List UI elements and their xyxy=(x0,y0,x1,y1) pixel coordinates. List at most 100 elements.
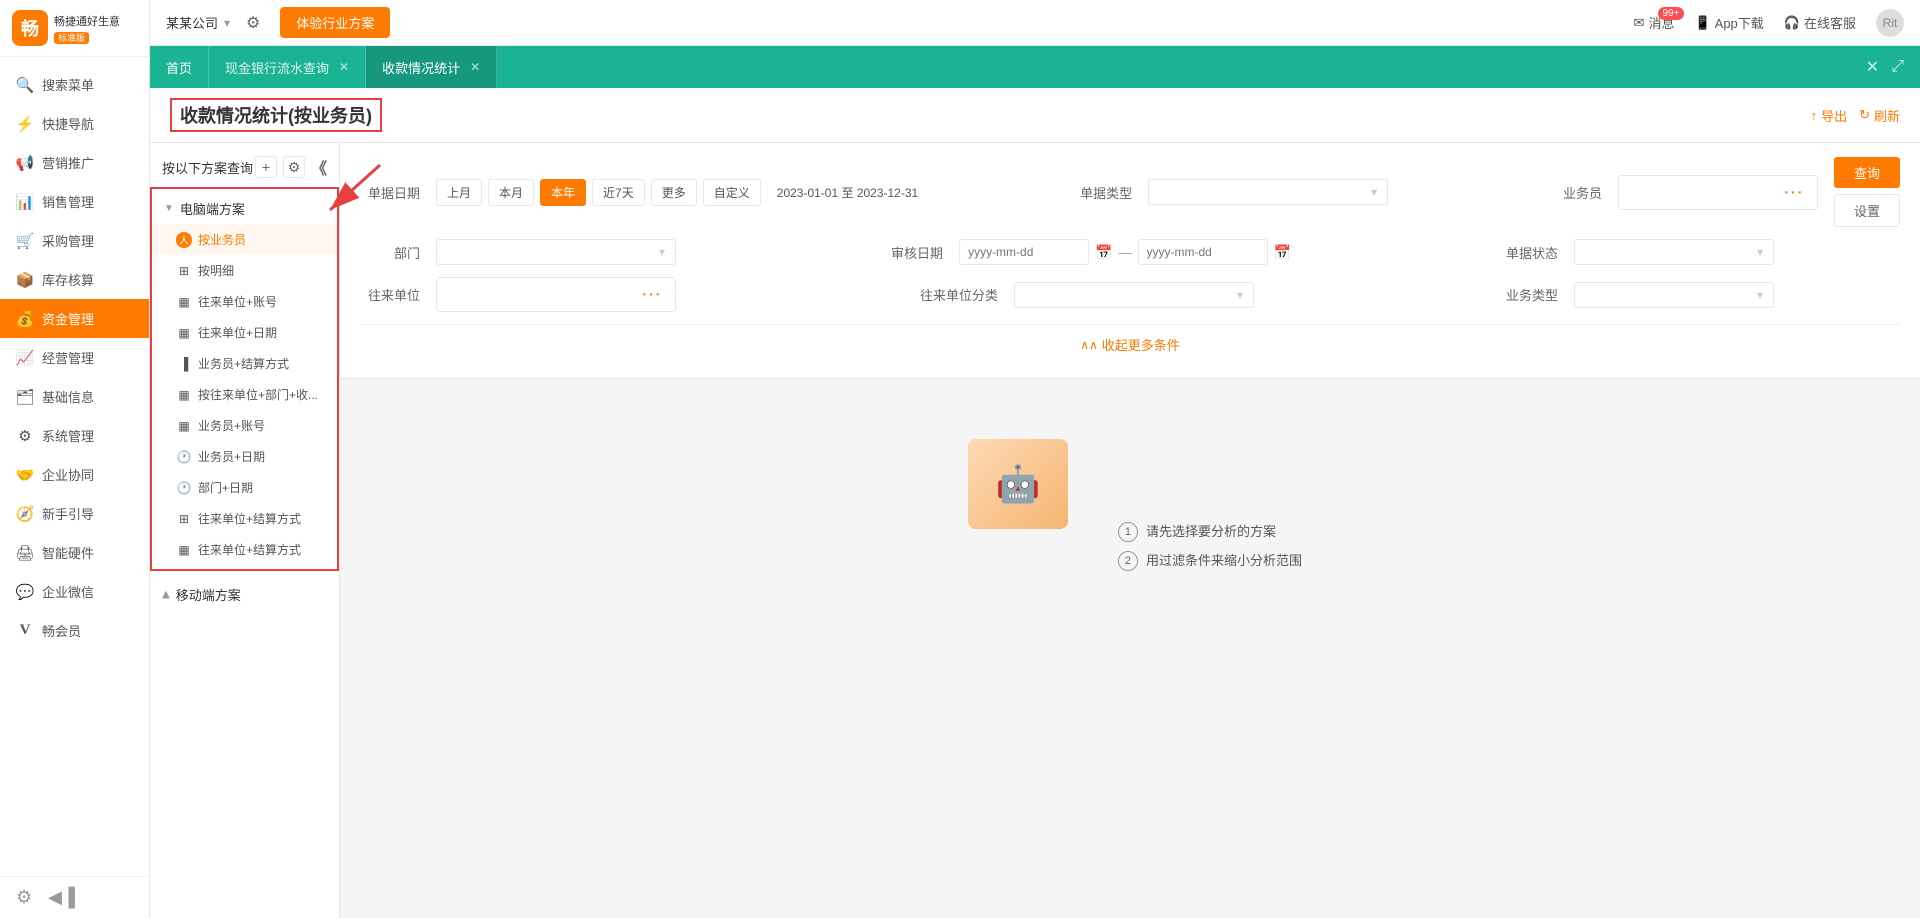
date-btn-this-year[interactable]: 本年 xyxy=(540,179,586,206)
sidebar-item-label: 采购管理 xyxy=(42,231,94,250)
unit-category-select[interactable]: ▾ xyxy=(1014,282,1254,308)
biz-type-select[interactable]: ▾ xyxy=(1574,282,1774,308)
tab-home[interactable]: 首页 xyxy=(150,46,209,88)
app-download-button[interactable]: 📱 App下载 xyxy=(1694,13,1763,32)
tab-home-label: 首页 xyxy=(166,58,192,77)
sidebar-item-member[interactable]: V 畅会员 xyxy=(0,611,149,650)
trial-button[interactable]: 体验行业方案 xyxy=(280,7,390,38)
doc-type-select[interactable]: ▾ xyxy=(1148,179,1388,205)
collapse-icon: ∧∧ xyxy=(1080,338,1098,352)
scheme-item-unit-method2[interactable]: ▦ 往来单位+结算方式 xyxy=(152,534,337,565)
refresh-button[interactable]: ↻ 刷新 xyxy=(1859,106,1900,125)
scheme-item-unit-method1[interactable]: ⊞ 往来单位+结算方式 xyxy=(152,503,337,534)
sidebar-item-label: 库存核算 xyxy=(42,270,94,289)
sidebar-item-guide[interactable]: 🧭 新手引导 xyxy=(0,494,149,533)
app-icon: 📱 xyxy=(1694,15,1710,31)
date-btn-last-month[interactable]: 上月 xyxy=(436,179,482,206)
refresh-icon: ↻ xyxy=(1859,107,1870,123)
sidebar-item-quicknav[interactable]: ⚡ 快捷导航 xyxy=(0,104,149,143)
tab-bank[interactable]: 现金银行流水查询 ✕ xyxy=(209,46,366,88)
date-btn-7days[interactable]: 近7天 xyxy=(592,179,645,206)
sidebar-item-base[interactable]: 🗂 基础信息 xyxy=(0,377,149,416)
collapse-sidebar-icon[interactable]: ◀▐ xyxy=(48,887,75,908)
sidebar-item-business[interactable]: 📈 经营管理 xyxy=(0,338,149,377)
scheme-item-dept-date[interactable]: 🕐 部门+日期 xyxy=(152,472,337,503)
marketing-icon: 📢 xyxy=(16,154,34,172)
scheme-item-unit-dept-recv[interactable]: ▦ 按往来单位+部门+收... xyxy=(152,379,337,410)
sidebar-item-label: 快捷导航 xyxy=(42,114,94,133)
scheme-item-unit-date[interactable]: ▦ 往来单位+日期 xyxy=(152,317,337,348)
app-logo: 畅 畅捷通好生意 标准版 xyxy=(0,0,149,57)
sidebar-item-purchase[interactable]: 🛒 采购管理 xyxy=(0,221,149,260)
sidebar-item-hardware[interactable]: 🖨 智能硬件 xyxy=(0,533,149,572)
date-btn-custom[interactable]: 自定义 xyxy=(703,179,761,206)
sidebar-item-finance[interactable]: 💰 资金管理 xyxy=(0,299,149,338)
page-header: 收款情况统计(按业务员) ↑ 导出 ↻ 刷新 xyxy=(150,88,1920,143)
expand-arrow-icon: ▼ xyxy=(164,203,174,214)
unit-more-icon[interactable]: ··· xyxy=(641,283,661,306)
date-btn-this-month[interactable]: 本月 xyxy=(488,179,534,206)
settings-button[interactable]: 设置 xyxy=(1834,194,1900,227)
gear-icon[interactable]: ⚙ xyxy=(246,13,260,33)
scheme-item-label: 往来单位+日期 xyxy=(198,324,277,341)
scheme-item-label: 按业务员 xyxy=(198,231,246,248)
main-area: 某某公司 ▾ ⚙ 体验行业方案 ✉ 消息 99+ 📱 App下载 🎧 在线客服 … xyxy=(150,0,1920,918)
scheme-item-label: 业务员+账号 xyxy=(198,417,265,434)
message-badge: 99+ xyxy=(1658,7,1685,20)
sidebar-item-system[interactable]: ⚙ 系统管理 xyxy=(0,416,149,455)
review-date-label: 审核日期 xyxy=(883,243,943,262)
review-date-input-group: 📅 — 📅 xyxy=(959,239,1291,265)
salesman-more-icon[interactable]: ··· xyxy=(1783,181,1803,204)
collapse-more-button[interactable]: ∧∧ 收起更多条件 xyxy=(360,324,1900,364)
tab-receipt[interactable]: 收款情况统计 ✕ xyxy=(366,46,497,88)
sidebar-item-corp[interactable]: 🤝 企业协同 xyxy=(0,455,149,494)
sidebar-item-sales[interactable]: 📊 销售管理 xyxy=(0,182,149,221)
sidebar: 畅 畅捷通好生意 标准版 🔍 搜索菜单 ⚡ 快捷导航 📢 营销推广 📊 销售管理… xyxy=(0,0,150,918)
hardware-icon: 🖨 xyxy=(16,544,34,562)
scheme-item-salesman-date[interactable]: 🕐 业务员+日期 xyxy=(152,441,337,472)
scheme-item-label: 业务员+结算方式 xyxy=(198,355,289,372)
header-user[interactable]: 某某公司 ▾ xyxy=(166,13,230,32)
company-name: 某某公司 xyxy=(166,13,218,32)
person-icon: 人 xyxy=(176,232,192,248)
app-label: App下载 xyxy=(1715,13,1764,32)
service-button[interactable]: 🎧 在线客服 xyxy=(1784,13,1856,32)
sidebar-item-inventory[interactable]: 📦 库存核算 xyxy=(0,260,149,299)
scheme-item-unit-account[interactable]: ▦ 往来单位+账号 xyxy=(152,286,337,317)
close-icon[interactable]: ✕ xyxy=(470,60,480,74)
close-icon[interactable]: ✕ xyxy=(339,60,349,74)
review-date-start-input[interactable] xyxy=(959,239,1089,265)
add-scheme-button[interactable]: + xyxy=(255,156,277,178)
refresh-label: 刷新 xyxy=(1874,106,1900,125)
scheme-item-by-salesman[interactable]: 人 按业务员 xyxy=(152,224,337,255)
scheme-item-salesman-account[interactable]: ▦ 业务员+账号 xyxy=(152,410,337,441)
date-btn-more[interactable]: 更多 xyxy=(651,179,697,206)
sidebar-item-wechat[interactable]: 💬 企业微信 xyxy=(0,572,149,611)
scheme-settings-button[interactable]: ⚙ xyxy=(283,156,305,178)
sidebar-item-marketing[interactable]: 📢 营销推广 xyxy=(0,143,149,182)
review-date-end-input[interactable] xyxy=(1138,239,1268,265)
unit-category-label: 往来单位分类 xyxy=(920,285,998,304)
mobile-scheme-group-title[interactable]: ▶ 移动端方案 xyxy=(150,579,339,610)
scheme-collapse-button[interactable]: 《 xyxy=(311,155,327,179)
scheme-item-label: 往来单位+结算方式 xyxy=(198,541,301,558)
message-button[interactable]: ✉ 消息 99+ xyxy=(1634,13,1675,32)
finance-icon: 💰 xyxy=(16,310,34,328)
table-icon: ▦ xyxy=(176,418,192,434)
window-close-icon[interactable]: ✕ xyxy=(1866,57,1879,77)
pc-scheme-group-title[interactable]: ▼ 电脑端方案 xyxy=(152,193,337,224)
query-button[interactable]: 查询 xyxy=(1834,157,1900,188)
window-maximize-icon[interactable]: ⤢ xyxy=(1891,58,1904,76)
scheme-item-salesman-method[interactable]: ▐ 业务员+结算方式 xyxy=(152,348,337,379)
dept-select[interactable]: ▾ xyxy=(436,239,676,265)
scheme-item-by-detail[interactable]: ⊞ 按明细 xyxy=(152,255,337,286)
avatar[interactable]: Rit xyxy=(1876,9,1904,37)
unit-select[interactable]: ··· xyxy=(436,277,676,312)
avatar-text: Rit xyxy=(1883,16,1898,30)
doc-status-select[interactable]: ▾ xyxy=(1574,239,1774,265)
sidebar-item-label: 企业协同 xyxy=(42,465,94,484)
sidebar-item-search[interactable]: 🔍 搜索菜单 xyxy=(0,65,149,104)
settings-icon[interactable]: ⚙ xyxy=(16,887,32,908)
salesman-select[interactable]: ··· xyxy=(1618,175,1818,210)
export-button[interactable]: ↑ 导出 xyxy=(1811,106,1848,125)
